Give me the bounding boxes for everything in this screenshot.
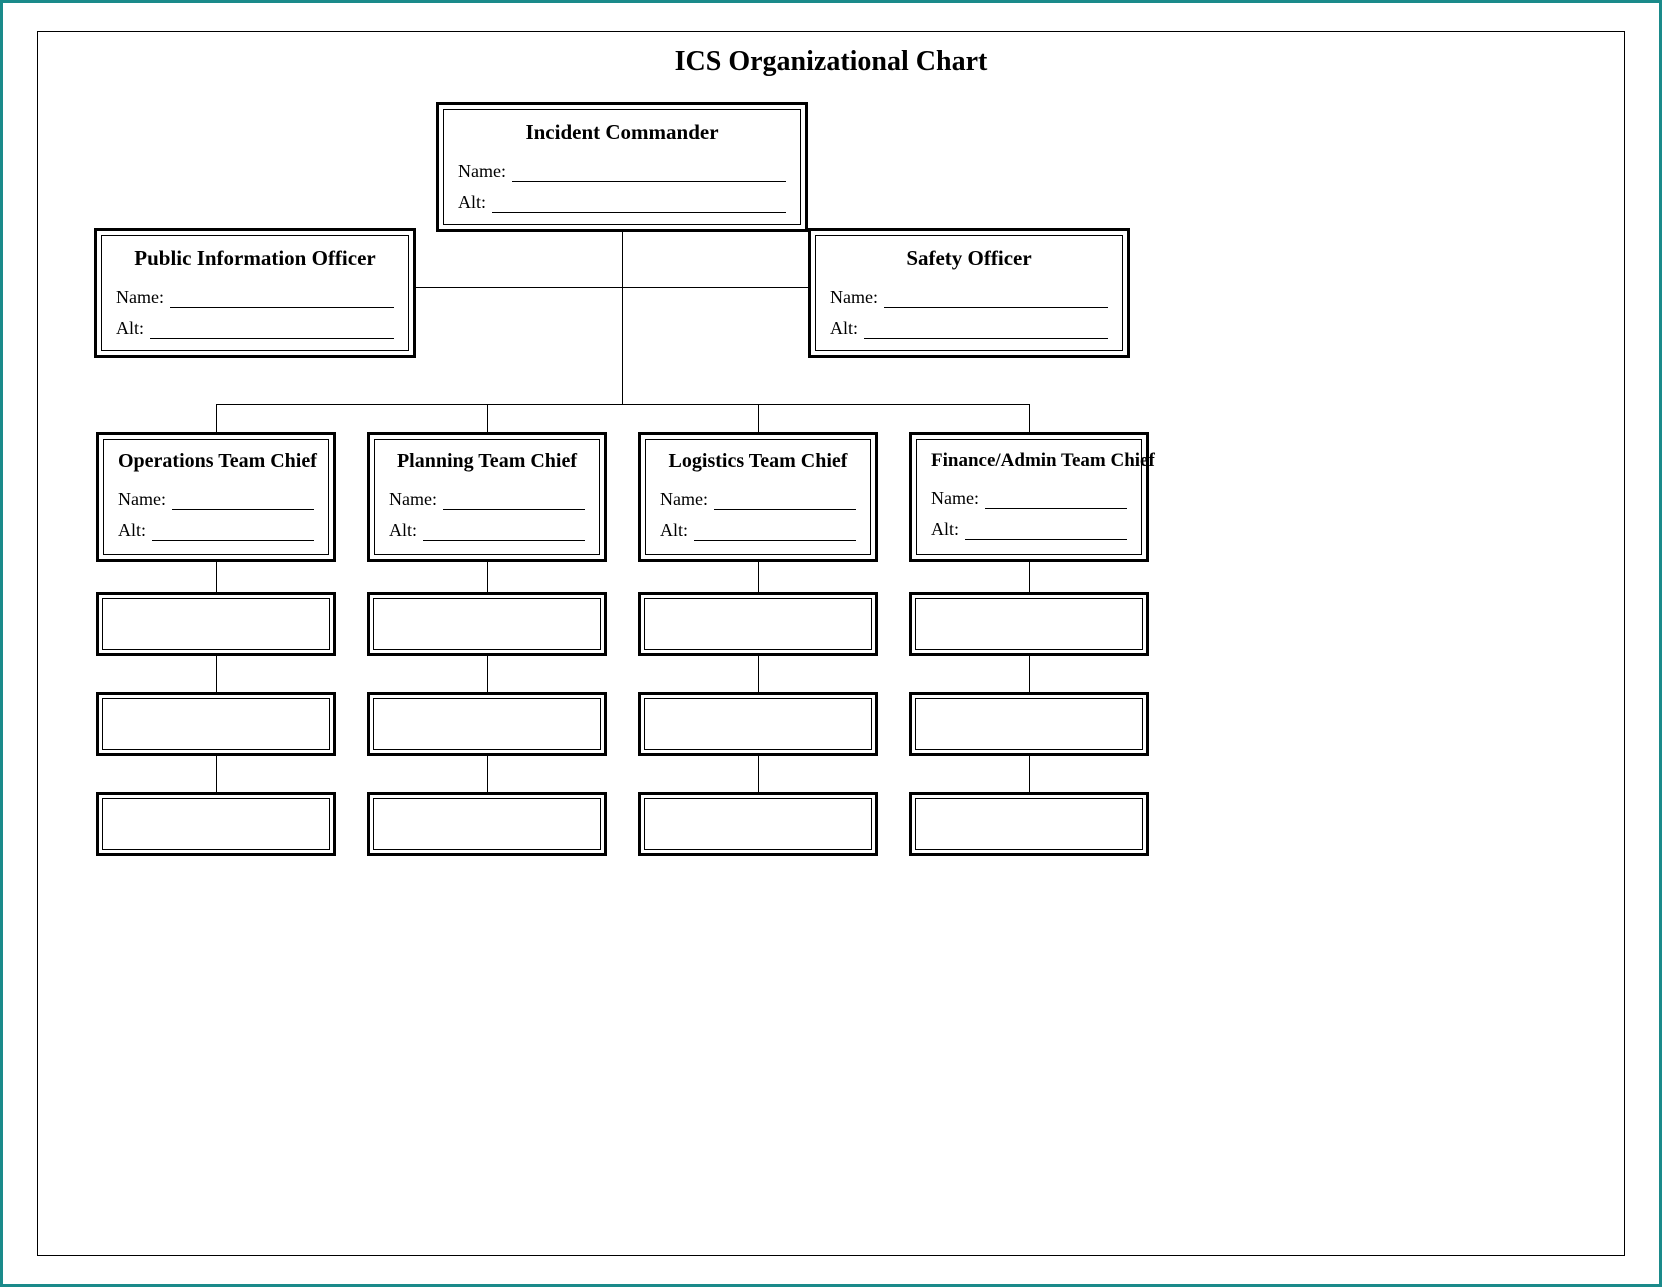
operations-chief-box: Operations Team Chief Name: Alt: <box>96 432 336 562</box>
name-label: Name: <box>931 488 979 509</box>
blank-line[interactable] <box>864 321 1108 339</box>
planning-alt-field: Alt: <box>389 520 585 541</box>
connector <box>622 229 623 287</box>
sub-box[interactable] <box>367 692 607 756</box>
finance-chief-box: Finance/Admin Team Chief Name: Alt: <box>909 432 1149 562</box>
connector <box>487 404 488 434</box>
commander-name-field: Name: <box>458 161 786 182</box>
connector <box>1029 404 1030 434</box>
blank-line[interactable] <box>512 164 786 182</box>
operations-alt-field: Alt: <box>118 520 314 541</box>
alt-label: Alt: <box>660 520 688 541</box>
blank-line[interactable] <box>884 290 1108 308</box>
name-label: Name: <box>830 287 878 308</box>
blank-line[interactable] <box>965 522 1127 540</box>
sub-box[interactable] <box>909 792 1149 856</box>
pio-alt-field: Alt: <box>116 318 394 339</box>
name-label: Name: <box>116 287 164 308</box>
finance-name-field: Name: <box>931 488 1127 509</box>
blank-line[interactable] <box>172 492 314 510</box>
alt-label: Alt: <box>830 318 858 339</box>
operations-name-field: Name: <box>118 489 314 510</box>
logistics-name-field: Name: <box>660 489 856 510</box>
safety-name-field: Name: <box>830 287 1108 308</box>
name-label: Name: <box>389 489 437 510</box>
incident-commander-box: Incident Commander Name: Alt: <box>436 102 808 232</box>
sub-box[interactable] <box>638 692 878 756</box>
finance-alt-field: Alt: <box>931 519 1127 540</box>
blank-line[interactable] <box>423 523 585 541</box>
blank-line[interactable] <box>714 492 856 510</box>
finance-chief-title: Finance/Admin Team Chief <box>931 450 1127 472</box>
pio-box: Public Information Officer Name: Alt: <box>94 228 416 358</box>
blank-line[interactable] <box>492 195 786 213</box>
pio-title: Public Information Officer <box>116 246 394 271</box>
blank-line[interactable] <box>443 492 585 510</box>
commander-alt-field: Alt: <box>458 192 786 213</box>
alt-label: Alt: <box>458 192 486 213</box>
connector <box>416 287 808 288</box>
planning-chief-box: Planning Team Chief Name: Alt: <box>367 432 607 562</box>
blank-line[interactable] <box>150 321 394 339</box>
pio-name-field: Name: <box>116 287 394 308</box>
name-label: Name: <box>118 489 166 510</box>
blank-line[interactable] <box>170 290 394 308</box>
blank-line[interactable] <box>152 523 314 541</box>
blank-line[interactable] <box>694 523 856 541</box>
sub-box[interactable] <box>638 792 878 856</box>
sub-box[interactable] <box>909 692 1149 756</box>
safety-officer-box: Safety Officer Name: Alt: <box>808 228 1130 358</box>
sub-box[interactable] <box>367 792 607 856</box>
safety-officer-title: Safety Officer <box>830 246 1108 271</box>
name-label: Name: <box>458 161 506 182</box>
logistics-alt-field: Alt: <box>660 520 856 541</box>
connector <box>622 287 623 404</box>
connector <box>216 404 217 434</box>
connector <box>216 404 1029 405</box>
logistics-chief-box: Logistics Team Chief Name: Alt: <box>638 432 878 562</box>
planning-chief-title: Planning Team Chief <box>389 450 585 473</box>
incident-commander-title: Incident Commander <box>458 120 786 145</box>
alt-label: Alt: <box>116 318 144 339</box>
blank-line[interactable] <box>985 491 1127 509</box>
operations-chief-title: Operations Team Chief <box>118 450 314 473</box>
name-label: Name: <box>660 489 708 510</box>
alt-label: Alt: <box>118 520 146 541</box>
sub-box[interactable] <box>96 692 336 756</box>
safety-alt-field: Alt: <box>830 318 1108 339</box>
sub-box[interactable] <box>367 592 607 656</box>
logistics-chief-title: Logistics Team Chief <box>660 450 856 473</box>
alt-label: Alt: <box>931 519 959 540</box>
chart-title: ICS Organizational Chart <box>38 46 1624 78</box>
outer-frame: ICS Organizational Chart Incident Comman… <box>0 0 1662 1287</box>
planning-name-field: Name: <box>389 489 585 510</box>
sub-box[interactable] <box>909 592 1149 656</box>
connector <box>758 404 759 434</box>
alt-label: Alt: <box>389 520 417 541</box>
sub-box[interactable] <box>638 592 878 656</box>
sub-box[interactable] <box>96 592 336 656</box>
sub-box[interactable] <box>96 792 336 856</box>
inner-frame: ICS Organizational Chart Incident Comman… <box>37 31 1625 1256</box>
